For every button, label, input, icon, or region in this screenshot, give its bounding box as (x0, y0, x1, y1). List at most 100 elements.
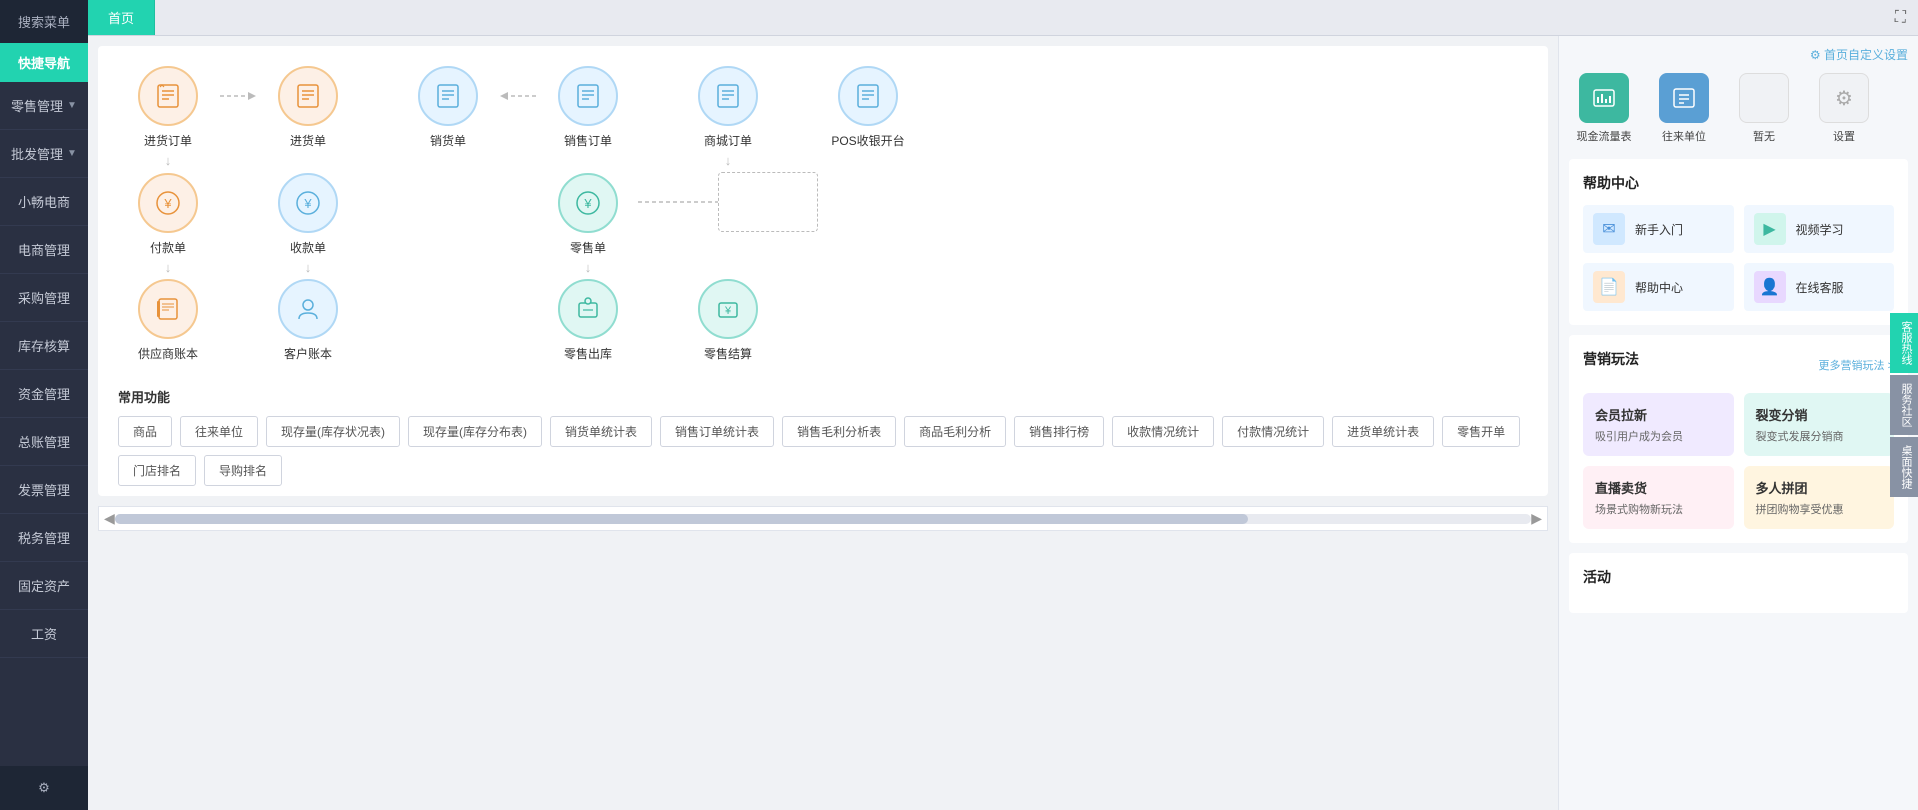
customize-settings-link[interactable]: ⚙ 首页自定义设置 (1569, 46, 1908, 63)
scroll-left-arrow[interactable]: ◀ (104, 510, 115, 527)
node-sales-order[interactable]: 销售订单 (538, 66, 638, 149)
quick-icon-contacts[interactable]: 往来单位 (1649, 73, 1719, 144)
scroll-right-arrow[interactable]: ▶ (1531, 510, 1542, 527)
sidebar-item-general[interactable]: 总账管理 (0, 418, 88, 466)
func-btn-guide-rank[interactable]: 导购排名 (204, 455, 282, 486)
float-buttons: 客服热线 服务社区 桌面快捷 (1890, 313, 1918, 497)
scroll-track[interactable] (115, 514, 1531, 524)
fission-title: 裂变分销 (1756, 405, 1883, 424)
sidebar-item-label-invoice: 发票管理 (18, 480, 70, 499)
node-retail-settle[interactable]: ¥ 零售结算 (678, 279, 778, 362)
sidebar-item-label-assets: 固定资产 (18, 576, 70, 595)
node-circle-payment: ¥ (138, 173, 198, 233)
node-retail-order[interactable]: ¥ 零售单 (538, 173, 638, 256)
sidebar-item-finance[interactable]: 资金管理 (0, 370, 88, 418)
main-area: 首页 ⛶ 进货订单 (88, 0, 1918, 810)
workflow-row3: 供应商账本 客户账本 (118, 279, 1528, 362)
func-btn-sales-profit[interactable]: 销售毛利分析表 (782, 416, 896, 447)
func-btn-payment-stats[interactable]: 付款情况统计 (1222, 416, 1324, 447)
contacts-label: 往来单位 (1662, 128, 1706, 144)
node-receipt[interactable]: ¥ 收款单 (258, 173, 358, 256)
func-btn-retail-order[interactable]: 零售开单 (1442, 416, 1520, 447)
func-btn-stock-status[interactable]: 现存量(库存状况表) (266, 416, 400, 447)
sidebar-item-label-general: 总账管理 (18, 432, 70, 451)
sidebar-item-retail[interactable]: 零售管理 ▼ (0, 82, 88, 130)
video-icon: ▶ (1754, 213, 1786, 245)
sidebar-search[interactable]: 搜索菜单 (0, 0, 88, 43)
arrow-right-1 (218, 88, 258, 128)
quick-icon-settings[interactable]: ⚙ 设置 (1809, 73, 1879, 144)
live-title: 直播卖货 (1595, 478, 1722, 497)
node-sales-bill[interactable]: 销货单 (398, 66, 498, 149)
sidebar-item-invoice[interactable]: 发票管理 (0, 466, 88, 514)
node-circle-retail-order: ¥ (558, 173, 618, 233)
tab-bar: 首页 ⛶ (88, 0, 1918, 36)
node-label-sales-bill: 销货单 (430, 132, 466, 149)
node-payment[interactable]: ¥ 付款单 (118, 173, 218, 256)
sidebar-item-purchase[interactable]: 采购管理 (0, 274, 88, 322)
cash-flow-label: 现金流量表 (1577, 128, 1632, 144)
sidebar-settings[interactable]: ⚙ (0, 766, 88, 810)
func-btn-receipt-stats[interactable]: 收款情况统计 (1112, 416, 1214, 447)
float-desktop-quick[interactable]: 桌面快捷 (1890, 437, 1918, 497)
func-btn-contacts[interactable]: 往来单位 (180, 416, 258, 447)
sidebar-item-label-tax: 税务管理 (18, 528, 70, 547)
sidebar-item-inventory[interactable]: 库存核算 (0, 322, 88, 370)
marketing-group[interactable]: 多人拼团 拼团购物享受优惠 (1744, 466, 1895, 529)
workflow-row1: 进货订单 进货单 (118, 66, 1528, 149)
more-marketing-link[interactable]: 更多营销玩法 > (1819, 357, 1894, 373)
node-circle-purchase-bill (278, 66, 338, 126)
node-retail-out[interactable]: 零售出库 (538, 279, 638, 362)
sidebar-item-assets[interactable]: 固定资产 (0, 562, 88, 610)
marketing-member[interactable]: 会员拉新 吸引用户成为会员 (1583, 393, 1734, 456)
sidebar-item-ecom-mgr[interactable]: 电商管理 (0, 226, 88, 274)
sidebar-item-payroll[interactable]: 工资 (0, 610, 88, 658)
func-btn-purchase-stats[interactable]: 进货单统计表 (1332, 416, 1434, 447)
func-btn-sales-rank[interactable]: 销售排行榜 (1014, 416, 1104, 447)
help-item-video[interactable]: ▶ 视频学习 (1744, 205, 1895, 253)
node-circle-purchase-order (138, 66, 198, 126)
float-service-hotline[interactable]: 客服热线 (1890, 313, 1918, 373)
node-purchase-bill[interactable]: 进货单 (258, 66, 358, 149)
node-customer-account[interactable]: 客户账本 (258, 279, 358, 362)
func-btn-stock-dist[interactable]: 现存量(库存分布表) (408, 416, 542, 447)
sidebar-item-wholesale[interactable]: 批发管理 ▼ (0, 130, 88, 178)
func-grid: 商品 往来单位 现存量(库存状况表) 现存量(库存分布表) 销货单统计表 销售订… (118, 416, 1528, 486)
help-item-service[interactable]: 👤 在线客服 (1744, 263, 1895, 311)
expand-icon[interactable]: ⛶ (1883, 1, 1918, 35)
func-btn-product[interactable]: 商品 (118, 416, 172, 447)
activity-card: 活动 (1569, 553, 1908, 613)
marketing-fission[interactable]: 裂变分销 裂变式发展分销商 (1744, 393, 1895, 456)
func-btn-sales-order-stats[interactable]: 销售订单统计表 (660, 416, 774, 447)
node-circle-retail-settle: ¥ (698, 279, 758, 339)
contacts-icon-box (1659, 73, 1709, 123)
beginner-label: 新手入门 (1635, 221, 1683, 238)
node-label-pos: POS收银开台 (831, 132, 904, 149)
svg-text:¥: ¥ (163, 196, 172, 211)
help-item-help[interactable]: 📄 帮助中心 (1583, 263, 1734, 311)
chevron-down-icon: ▼ (67, 148, 77, 159)
node-purchase-order[interactable]: 进货订单 (118, 66, 218, 149)
node-label-receipt: 收款单 (290, 239, 326, 256)
func-btn-product-profit[interactable]: 商品毛利分析 (904, 416, 1006, 447)
node-mall-order[interactable]: 商城订单 (678, 66, 778, 149)
float-community[interactable]: 服务社区 (1890, 375, 1918, 435)
quick-icons: 现金流量表 往来单位 暂无 ⚙ 设置 (1569, 73, 1908, 144)
sidebar-item-label-wholesale: 批发管理 (11, 144, 63, 163)
node-label-supplier: 供应商账本 (138, 345, 198, 362)
quick-icon-none[interactable]: 暂无 (1729, 73, 1799, 144)
marketing-live[interactable]: 直播卖货 场景式购物新玩法 (1583, 466, 1734, 529)
right-panel: ⚙ 首页自定义设置 现金流量表 往来单位 暂无 (1558, 36, 1918, 810)
node-pos[interactable]: POS收银开台 (818, 66, 918, 149)
help-item-beginner[interactable]: ✉ 新手入门 (1583, 205, 1734, 253)
sidebar-item-ecom-mini[interactable]: 小畅电商 (0, 178, 88, 226)
sidebar-item-tax[interactable]: 税务管理 (0, 514, 88, 562)
node-supplier-account[interactable]: 供应商账本 (118, 279, 218, 362)
help-grid: ✉ 新手入门 ▶ 视频学习 📄 帮助中心 👤 在线客服 (1583, 205, 1894, 311)
none-label: 暂无 (1753, 128, 1775, 144)
service-icon: 👤 (1754, 271, 1786, 303)
quick-icon-cash-flow[interactable]: 现金流量表 (1569, 73, 1639, 144)
func-btn-sales-stats[interactable]: 销货单统计表 (550, 416, 652, 447)
tab-home[interactable]: 首页 (88, 0, 155, 35)
func-btn-store-rank[interactable]: 门店排名 (118, 455, 196, 486)
